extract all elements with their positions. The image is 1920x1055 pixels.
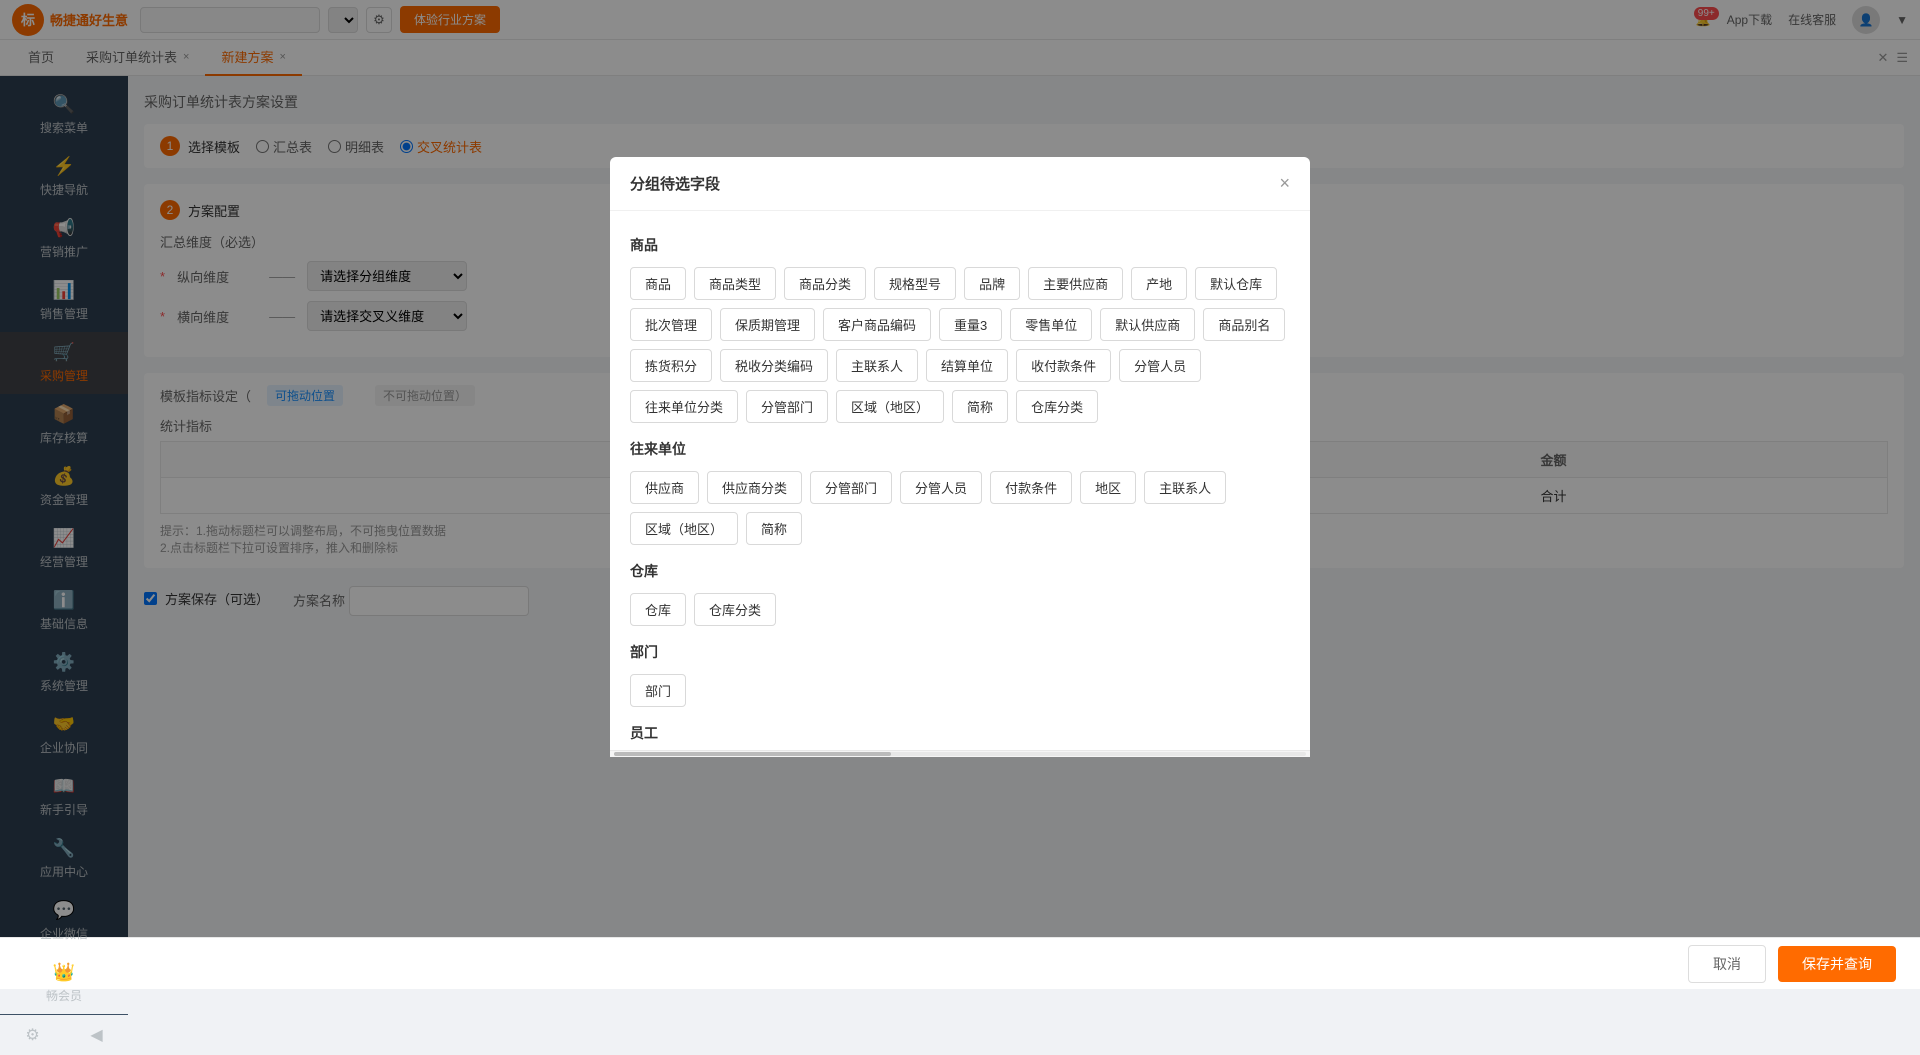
modal-title: 分组待选字段: [630, 173, 720, 194]
field-tag-商品分类[interactable]: 商品分类: [784, 267, 866, 300]
field-tag-规格型号[interactable]: 规格型号: [874, 267, 956, 300]
field-tag-主联系人[interactable]: 主联系人: [1144, 471, 1226, 504]
modal-section-title-仓库: 仓库: [630, 561, 1290, 581]
cancel-button[interactable]: 取消: [1688, 945, 1766, 983]
field-tag-分管部门[interactable]: 分管部门: [810, 471, 892, 504]
field-tag-付款条件[interactable]: 付款条件: [990, 471, 1072, 504]
field-tag-收付款条件[interactable]: 收付款条件: [1016, 349, 1111, 382]
field-tag-仓库[interactable]: 仓库: [630, 593, 686, 626]
modal-section-title-员工: 员工: [630, 723, 1290, 743]
field-tag-产地[interactable]: 产地: [1131, 267, 1187, 300]
field-tag-默认供应商[interactable]: 默认供应商: [1100, 308, 1195, 341]
modal-header: 分组待选字段 ×: [610, 157, 1310, 211]
scrollbar-track: [614, 752, 1306, 756]
field-tag-分管部门[interactable]: 分管部门: [746, 390, 828, 423]
field-tag-结算单位[interactable]: 结算单位: [926, 349, 1008, 382]
field-tag-商品别名[interactable]: 商品别名: [1203, 308, 1285, 341]
field-tag-税收分类编码[interactable]: 税收分类编码: [720, 349, 828, 382]
field-tag-批次管理[interactable]: 批次管理: [630, 308, 712, 341]
field-tag-仓库分类[interactable]: 仓库分类: [1016, 390, 1098, 423]
field-tag-主要供应商[interactable]: 主要供应商: [1028, 267, 1123, 300]
field-tag-客户商品编码[interactable]: 客户商品编码: [823, 308, 931, 341]
field-tag-仓库分类[interactable]: 仓库分类: [694, 593, 776, 626]
sidebar-item-membership[interactable]: 👑 畅会员: [0, 952, 128, 1014]
modal-section-title-往来单位: 往来单位: [630, 439, 1290, 459]
field-tag-分管人员[interactable]: 分管人员: [1119, 349, 1201, 382]
field-tag-商品类型[interactable]: 商品类型: [694, 267, 776, 300]
field-tag-区域（地区）[interactable]: 区域（地区）: [836, 390, 944, 423]
bottom-action-bar: 取消 保存并查询: [0, 937, 1920, 989]
field-tag-商品[interactable]: 商品: [630, 267, 686, 300]
sidebar-bottom: ⚙ ◀: [0, 1014, 128, 1055]
sidebar-audio-btn[interactable]: ◀: [90, 1025, 102, 1045]
field-grid-仓库: 仓库仓库分类: [630, 593, 1290, 626]
modal-horizontal-scrollbar[interactable]: [610, 750, 1310, 756]
field-grid-商品: 商品商品类型商品分类规格型号品牌主要供应商产地默认仓库批次管理保质期管理客户商品…: [630, 267, 1290, 423]
modal-body: 商品商品商品类型商品分类规格型号品牌主要供应商产地默认仓库批次管理保质期管理客户…: [610, 211, 1310, 751]
field-grid-部门: 部门: [630, 674, 1290, 707]
save-query-button[interactable]: 保存并查询: [1778, 946, 1896, 982]
field-tag-部门[interactable]: 部门: [630, 674, 686, 707]
field-tag-供应商分类[interactable]: 供应商分类: [707, 471, 802, 504]
field-tag-简称[interactable]: 简称: [952, 390, 1008, 423]
modal-section-title-商品: 商品: [630, 235, 1290, 255]
field-tag-零售单位[interactable]: 零售单位: [1010, 308, 1092, 341]
field-grid-往来单位: 供应商供应商分类分管部门分管人员付款条件地区主联系人区域（地区）简称: [630, 471, 1290, 545]
scrollbar-thumb: [614, 752, 891, 756]
field-tag-往来单位分类[interactable]: 往来单位分类: [630, 390, 738, 423]
modal-close-button[interactable]: ×: [1279, 173, 1290, 194]
sidebar-settings-btn[interactable]: ⚙: [25, 1025, 39, 1045]
field-tag-分管人员[interactable]: 分管人员: [900, 471, 982, 504]
field-tag-地区[interactable]: 地区: [1080, 471, 1136, 504]
modal-section-title-部门: 部门: [630, 642, 1290, 662]
field-tag-供应商[interactable]: 供应商: [630, 471, 699, 504]
field-tag-区域（地区）[interactable]: 区域（地区）: [630, 512, 738, 545]
modal-dialog: 分组待选字段 × 商品商品商品类型商品分类规格型号品牌主要供应商产地默认仓库批次…: [610, 157, 1310, 757]
membership-icon: 👑: [53, 962, 75, 983]
field-tag-默认仓库[interactable]: 默认仓库: [1195, 267, 1277, 300]
field-tag-保质期管理[interactable]: 保质期管理: [720, 308, 815, 341]
field-tag-重量3[interactable]: 重量3: [939, 308, 1002, 341]
field-tag-品牌[interactable]: 品牌: [964, 267, 1020, 300]
field-tag-拣货积分[interactable]: 拣货积分: [630, 349, 712, 382]
field-tag-主联系人[interactable]: 主联系人: [836, 349, 918, 382]
field-tag-简称[interactable]: 简称: [746, 512, 802, 545]
